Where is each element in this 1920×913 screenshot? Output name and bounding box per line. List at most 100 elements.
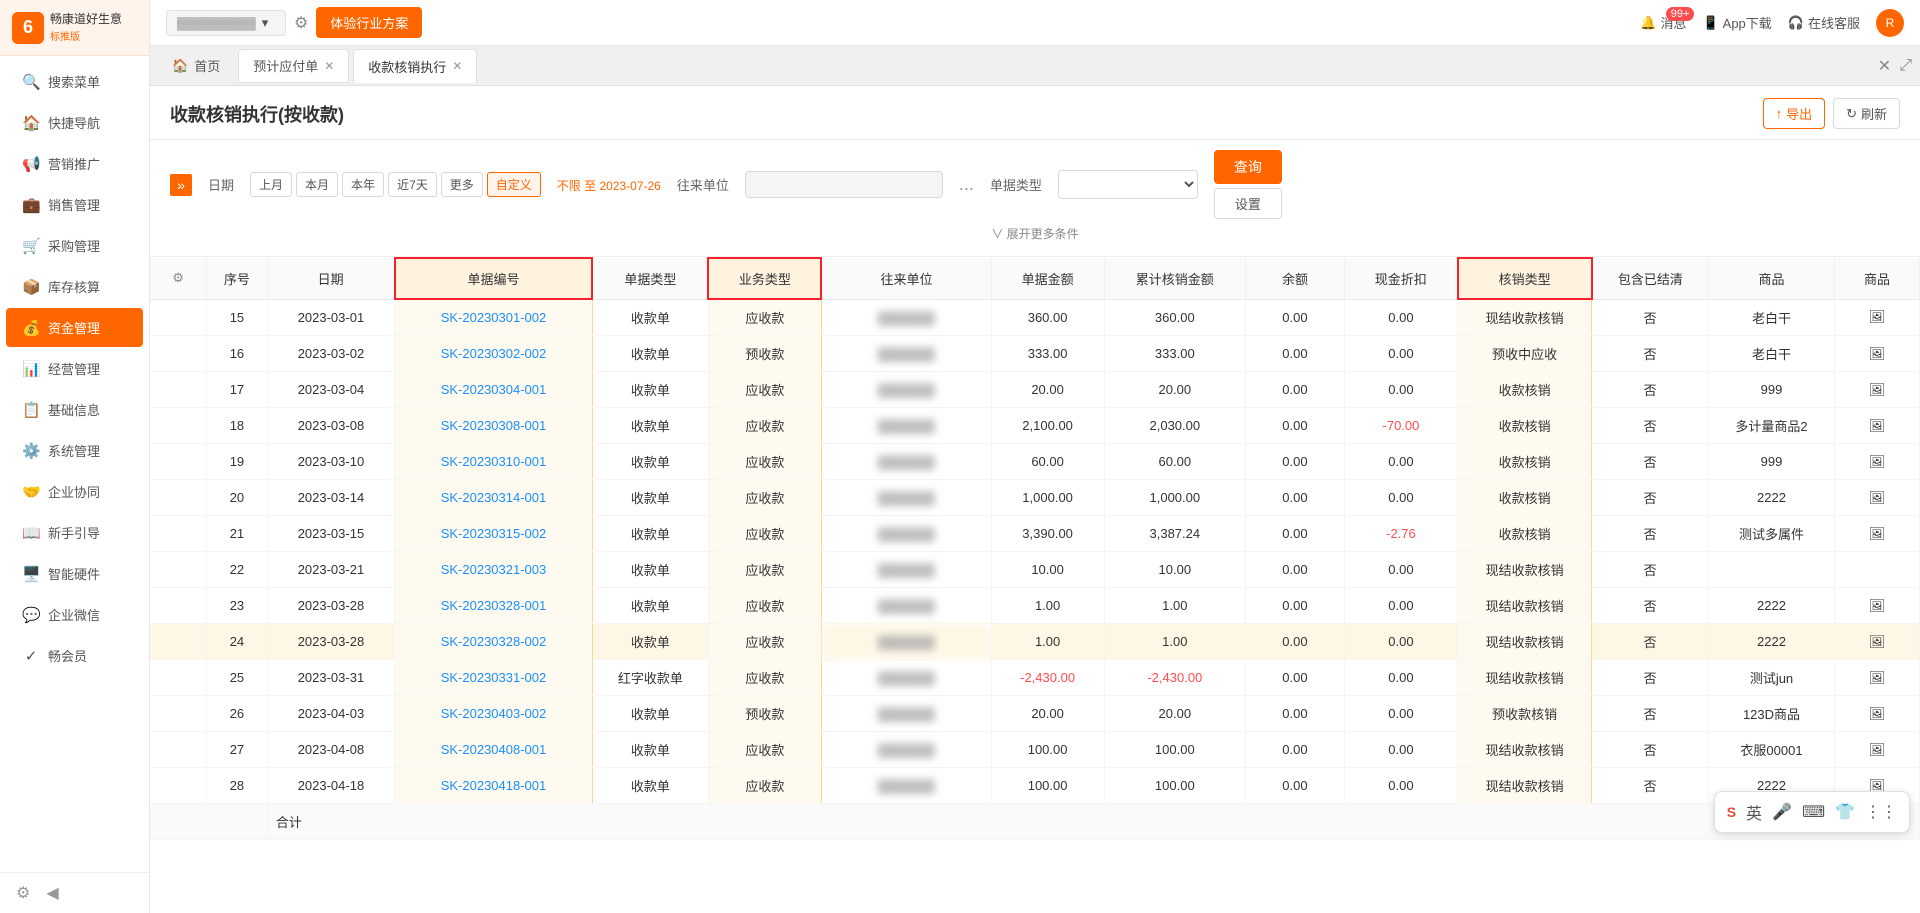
col-bill-no: 单据编号 — [395, 258, 593, 299]
topbar-gear-icon[interactable]: ⚙ — [294, 13, 308, 33]
sidebar-item-sales[interactable]: 💼 销售管理 — [6, 185, 143, 224]
tab-receipts-close[interactable]: ✕ — [452, 59, 462, 73]
sidebar-item-purchase[interactable]: 🛒 采购管理 — [6, 226, 143, 265]
book-icon: 📖 — [22, 524, 40, 542]
table-row[interactable]: 202023-03-14SK-20230314-001收款单应收款▓▓▓▓▓▓1… — [150, 480, 1920, 516]
sidebar-logo: 6 畅康道好生意 标推版 — [0, 0, 149, 56]
sidebar-item-hardware[interactable]: 🖥️ 智能硬件 — [6, 554, 143, 593]
ime-logo: S — [1727, 804, 1736, 820]
app-download-btn[interactable]: 📱 App下载 — [1702, 13, 1771, 32]
bill-no-link[interactable]: SK-20230302-002 — [441, 346, 547, 361]
date-7days-btn[interactable]: 近7天 — [388, 172, 437, 197]
col-product: 商品 — [1708, 258, 1834, 299]
tab-pending-close[interactable]: ✕ — [324, 59, 334, 73]
bill-no-link[interactable]: SK-20230328-001 — [441, 598, 547, 613]
table-row[interactable]: 262023-04-03SK-20230403-002收款单预收款▓▓▓▓▓▓2… — [150, 696, 1920, 732]
table-row[interactable]: 282023-04-18SK-20230418-001收款单应收款▓▓▓▓▓▓1… — [150, 768, 1920, 804]
bill-type-select[interactable] — [1058, 170, 1198, 199]
bill-no-link[interactable]: SK-20230315-002 — [441, 526, 547, 541]
ime-shirt-icon[interactable]: 👕 — [1835, 802, 1855, 822]
bill-no-link[interactable]: SK-20230321-003 — [441, 562, 547, 577]
refresh-icon: ↻ — [1846, 106, 1857, 122]
bill-no-link[interactable]: SK-20230408-001 — [441, 742, 547, 757]
export-btn[interactable]: ↑ 导出 — [1763, 98, 1826, 129]
bill-no-link[interactable]: SK-20230308-001 — [441, 418, 547, 433]
app-version: 标推版 — [50, 28, 122, 43]
bill-no-link[interactable]: SK-20230331-002 — [441, 670, 547, 685]
table-row[interactable]: 272023-04-08SK-20230408-001收款单应收款▓▓▓▓▓▓1… — [150, 732, 1920, 768]
col-product-img: 商品 — [1835, 258, 1920, 299]
tab-receipts[interactable]: 收款核销执行 ✕ — [353, 49, 477, 83]
sidebar-item-corp[interactable]: 🤝 企业协同 — [6, 472, 143, 511]
date-last-month-btn[interactable]: 上月 — [250, 172, 292, 197]
bill-no-link[interactable]: SK-20230403-002 — [441, 706, 547, 721]
tab-maximize-btn[interactable]: ⤢ — [1899, 56, 1912, 76]
collapse-icon[interactable]: ◀ — [46, 883, 58, 903]
query-btn[interactable]: 查询 — [1214, 150, 1282, 184]
sidebar-item-marketing[interactable]: 📢 营销推广 — [6, 144, 143, 183]
bill-no-link[interactable]: SK-20230328-002 — [441, 634, 547, 649]
setting-btn[interactable]: 设置 — [1214, 188, 1282, 219]
table-row[interactable]: 252023-03-31SK-20230331-002红字收款单应收款▓▓▓▓▓… — [150, 660, 1920, 696]
refresh-btn[interactable]: ↻ 刷新 — [1833, 98, 1900, 129]
sidebar-item-label: 畅会员 — [48, 646, 87, 665]
table-row[interactable]: 212023-03-15SK-20230315-002收款单应收款▓▓▓▓▓▓3… — [150, 516, 1920, 552]
tab-home[interactable]: 🏠 首页 — [158, 49, 234, 83]
table-row[interactable]: 192023-03-10SK-20230310-001收款单应收款▓▓▓▓▓▓6… — [150, 444, 1920, 480]
filter-area: » 日期 上月 本月 本年 近7天 更多 自定义 不限 至 2023-07-26… — [150, 140, 1920, 257]
table-row[interactable]: 232023-03-28SK-20230328-001收款单应收款▓▓▓▓▓▓1… — [150, 588, 1920, 624]
table-row[interactable]: 172023-03-04SK-20230304-001收款单应收款▓▓▓▓▓▓2… — [150, 372, 1920, 408]
ime-grid-icon[interactable]: ⋮⋮ — [1865, 802, 1897, 822]
col-settings[interactable]: ⚙ — [150, 258, 207, 299]
bill-no-link[interactable]: SK-20230301-002 — [441, 310, 547, 325]
date-filter-group: 上月 本月 本年 近7天 更多 自定义 — [250, 172, 541, 197]
col-include-settled: 包含已结清 — [1592, 258, 1709, 299]
headset-icon: 🎧 — [1788, 15, 1804, 31]
col-rowno: 序号 — [207, 258, 268, 299]
bill-no-link[interactable]: SK-20230314-001 — [441, 490, 547, 505]
date-this-month-btn[interactable]: 本月 — [296, 172, 338, 197]
sidebar-item-wechat[interactable]: 💬 企业微信 — [6, 595, 143, 634]
bill-no-link[interactable]: SK-20230310-001 — [441, 454, 547, 469]
workspace-dropdown[interactable]: ▓▓▓▓▓▓▓▓▓ ▾ — [166, 10, 286, 36]
sidebar-item-inventory[interactable]: 📦 库存核算 — [6, 267, 143, 306]
bill-no-link[interactable]: SK-20230418-001 — [441, 778, 547, 793]
sidebar-item-basic[interactable]: 📋 基础信息 — [6, 390, 143, 429]
tab-close-window-btn[interactable]: ✕ — [1878, 56, 1891, 76]
table-row[interactable]: 222023-03-21SK-20230321-003收款单应收款▓▓▓▓▓▓1… — [150, 552, 1920, 588]
table-settings-icon[interactable]: ⚙ — [172, 270, 184, 285]
date-range-display: 不限 至 2023-07-26 — [557, 177, 661, 194]
mobile-icon: 📱 — [1702, 15, 1718, 31]
table-row[interactable]: 162023-03-02SK-20230302-002收款单预收款▓▓▓▓▓▓3… — [150, 336, 1920, 372]
ime-mic-icon[interactable]: 🎤 — [1772, 802, 1792, 822]
table-row[interactable]: 152023-03-01SK-20230301-002收款单应收款▓▓▓▓▓▓3… — [150, 299, 1920, 336]
sidebar-item-operations[interactable]: 📊 经营管理 — [6, 349, 143, 388]
footer-label: 合计 — [267, 804, 1919, 840]
sidebar-item-search[interactable]: 🔍 搜索菜单 — [6, 62, 143, 101]
bill-no-link[interactable]: SK-20230304-001 — [441, 382, 547, 397]
settings-icon[interactable]: ⚙ — [16, 883, 30, 903]
filter-expand-btn[interactable]: » — [170, 174, 192, 196]
tab-home-label: 首页 — [194, 56, 220, 75]
date-custom-btn[interactable]: 自定义 — [487, 172, 541, 197]
date-more-btn[interactable]: 更多 — [441, 172, 483, 197]
partner-filter-input[interactable] — [745, 171, 943, 198]
expand-more-btn[interactable]: ∨ 展开更多条件 — [170, 219, 1900, 246]
table-row[interactable]: 242023-03-28SK-20230328-002收款单应收款▓▓▓▓▓▓1… — [150, 624, 1920, 660]
sidebar-item-member[interactable]: ✓ 畅会员 — [6, 636, 143, 675]
date-this-year-btn[interactable]: 本年 — [342, 172, 384, 197]
table-row[interactable]: 182023-03-08SK-20230308-001收款单应收款▓▓▓▓▓▓2… — [150, 408, 1920, 444]
more-filters-icon[interactable]: ... — [959, 174, 974, 195]
ime-lang-toggle[interactable]: 英 — [1746, 800, 1762, 824]
ime-keyboard-icon[interactable]: ⌨ — [1802, 802, 1825, 822]
industry-btn[interactable]: 体验行业方案 — [316, 7, 422, 38]
sidebar-item-system[interactable]: ⚙️ 系统管理 — [6, 431, 143, 470]
sidebar-item-newbie[interactable]: 📖 新手引导 — [6, 513, 143, 552]
online-service-btn[interactable]: 🎧 在线客服 — [1788, 13, 1860, 32]
tab-pending[interactable]: 预计应付单 ✕ — [238, 49, 349, 83]
sidebar-item-finance[interactable]: 💰 资金管理 — [6, 308, 143, 347]
user-avatar[interactable]: R — [1876, 9, 1904, 37]
notification-btn[interactable]: 🔔 消息 99+ — [1640, 13, 1686, 32]
sidebar-item-shortcut[interactable]: 🏠 快捷导航 — [6, 103, 143, 142]
sidebar-item-label: 采购管理 — [48, 236, 100, 255]
